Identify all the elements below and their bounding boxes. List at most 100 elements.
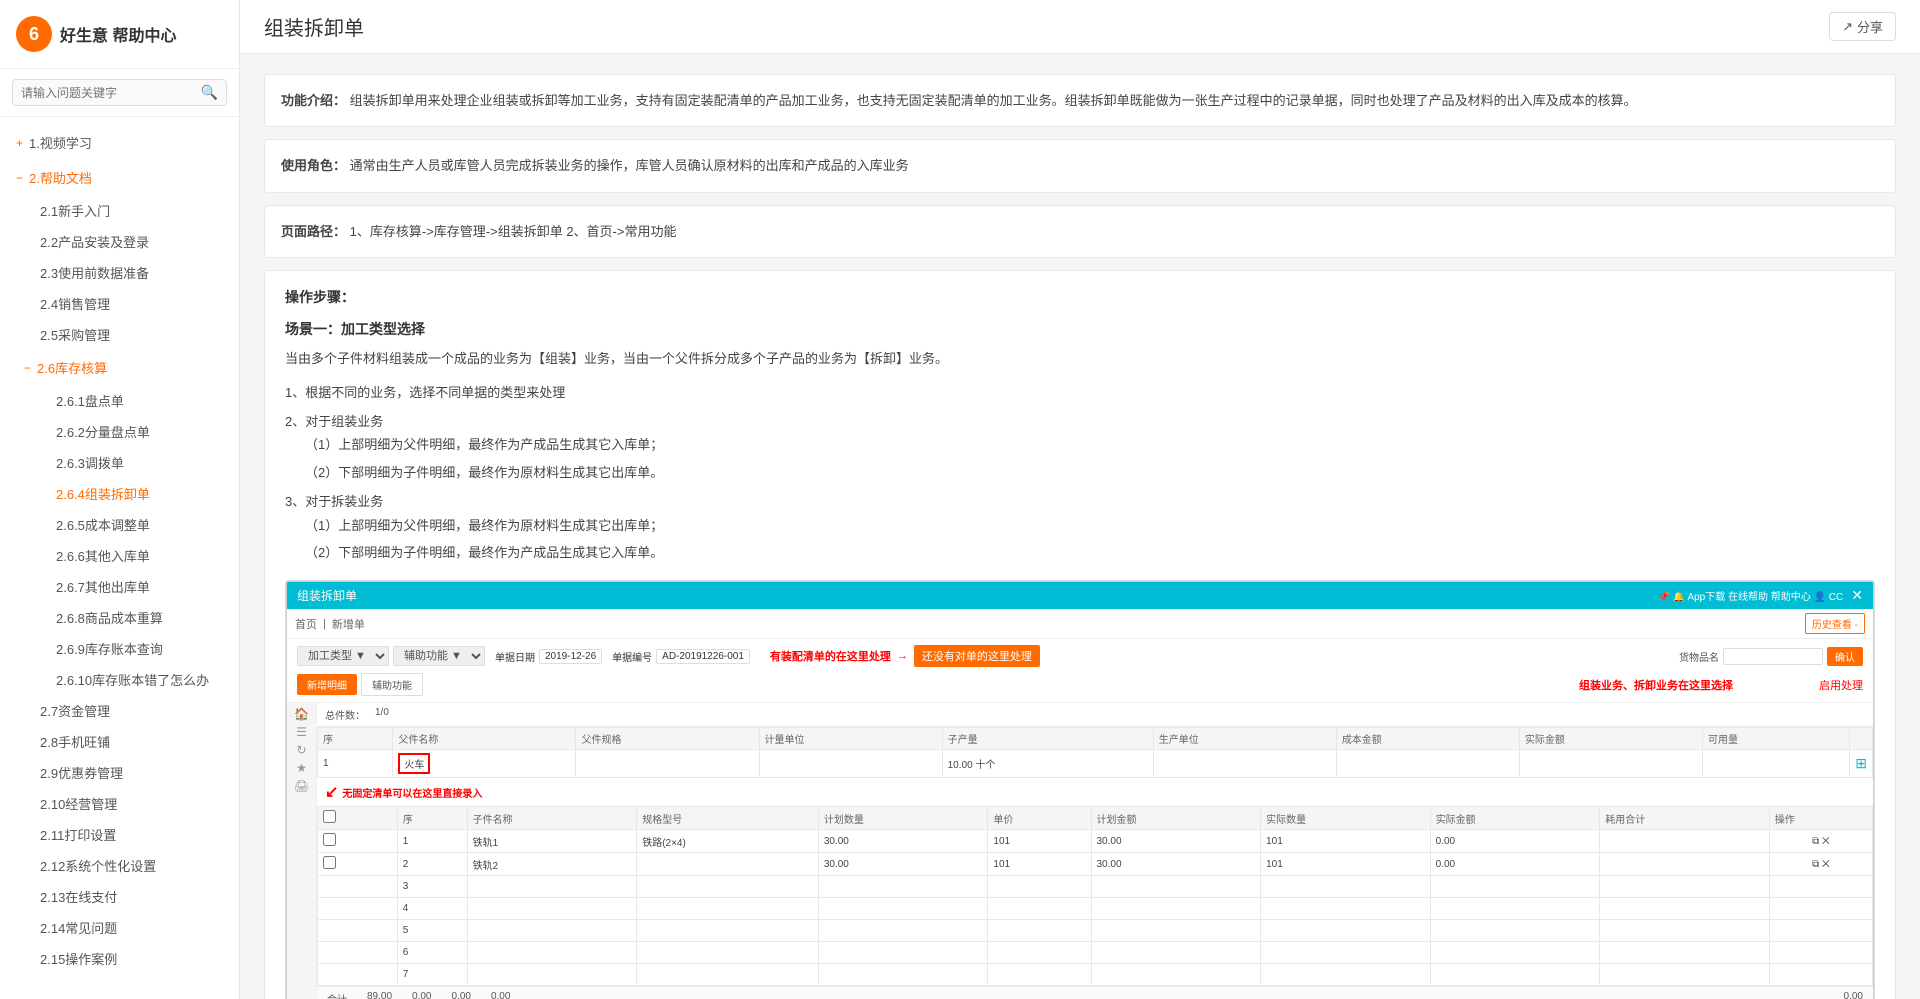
- annotation-4-text: 无固定清单可以在这里直接录入: [342, 785, 482, 800]
- table-footer: 合计 89.00 0.00 0.00 0.00 0.00: [317, 986, 1873, 999]
- step2: 2、对于组装业务 （1）上部明细为父件明细，最终作为产成品生成其它入库单； （2…: [285, 410, 1875, 484]
- nav-child-25[interactable]: 2.5采购管理: [8, 319, 239, 350]
- nav-child-22[interactable]: 2.2产品安装及登录: [8, 226, 239, 257]
- process-btn[interactable]: 还没有对单的这里处理: [914, 645, 1040, 667]
- row2-check[interactable]: [323, 856, 336, 869]
- app-icons: 📌 🔔 App下载 在线帮助 帮助中心 👤 CC: [1658, 588, 1844, 603]
- nav-child-28[interactable]: 2.8手机旺铺: [8, 726, 239, 757]
- nav-child-24[interactable]: 2.4销售管理: [8, 288, 239, 319]
- nav-child-265[interactable]: 2.6.5成本调整单: [24, 509, 239, 540]
- nav-child-27[interactable]: 2.7资金管理: [8, 695, 239, 726]
- table-row-top-1: 1 火车 10.00 十个: [318, 750, 1873, 778]
- top-summary: 总件数： 1/0: [317, 703, 1873, 727]
- app-history-btn[interactable]: 历史查看 -: [1805, 613, 1865, 634]
- app-module-label: 新增单: [332, 616, 365, 632]
- goods-input[interactable]: [1723, 648, 1823, 665]
- nav-child-264[interactable]: 2.6.4组装拆卸单: [24, 478, 239, 509]
- nav-group-1[interactable]: + 1.视频学习: [0, 125, 239, 160]
- intro-label: 功能介绍：: [281, 93, 346, 108]
- nav-child-2610[interactable]: 2.6.10库存账本错了怎么办: [24, 664, 239, 695]
- nav-child-23[interactable]: 2.3使用前数据准备: [8, 257, 239, 288]
- nav-list: + 1.视频学习 − 2.帮助文档 2.1新手入门 2.2产品安装及登录 2.3…: [0, 117, 239, 999]
- nav-children-26: 2.6.1盘点单 2.6.2分量盘点单 2.6.3调拨单 2.6.4组装拆卸单 …: [8, 385, 239, 695]
- tab-add[interactable]: 新增明细: [297, 674, 357, 695]
- search-input[interactable]: [21, 86, 201, 100]
- nav-children-2: 2.1新手入门 2.2产品安装及登录 2.3使用前数据准备 2.4销售管理 2.…: [0, 195, 239, 974]
- nav-child-29[interactable]: 2.9优惠券管理: [8, 757, 239, 788]
- step2-subs: （1）上部明细为父件明细，最终作为产成品生成其它入库单； （2）下部明细为子件明…: [285, 433, 1875, 484]
- content-body: 功能介绍： 组装拆卸单用来处理企业组装或拆卸等加工业务，支持有固定装配清单的产品…: [240, 54, 1920, 999]
- right-actions: 货物品名 确认: [1679, 647, 1863, 666]
- nav-child-267[interactable]: 2.6.7其他出库单: [24, 571, 239, 602]
- app-titlebar: 组装拆卸单 📌 🔔 App下载 在线帮助 帮助中心 👤 CC ✕: [287, 582, 1873, 609]
- nav-child-262[interactable]: 2.6.2分量盘点单: [24, 416, 239, 447]
- path-text: 1、库存核算->库存管理->组装拆卸单 2、首页->常用功能: [350, 224, 677, 239]
- row1-del-icon: ✕: [1822, 836, 1830, 847]
- nav-parent-2[interactable]: − 2.帮助文档: [0, 160, 239, 195]
- type-select[interactable]: 加工类型 ▼ 组装业务 拆卸业务: [297, 646, 389, 666]
- nav-child-214[interactable]: 2.14常见问题: [8, 912, 239, 943]
- bth-plan-amt: 计划金额: [1091, 807, 1261, 830]
- form-row-1: 加工类型 ▼ 组装业务 拆卸业务 辅助功能 ▼ 单据日期 201: [297, 645, 1863, 667]
- th-qty: 子产量: [942, 728, 1153, 750]
- scene1-desc1: 当由多个子件材料组装成一个成品的业务为【组装】业务，当由一个父件拆分成多个子产品…: [285, 347, 1875, 370]
- nav-group-2[interactable]: − 2.帮助文档 2.1新手入门 2.2产品安装及登录 2.3使用前数据准备 2…: [0, 160, 239, 974]
- share-label: 分享: [1857, 17, 1883, 36]
- confirm-btn[interactable]: 确认: [1827, 647, 1863, 666]
- nav-expand-icon-26: −: [24, 361, 31, 375]
- nav-child-26-parent[interactable]: − 2.6库存核算: [8, 350, 239, 385]
- th-prod-unit: 生产单位: [1153, 728, 1336, 750]
- bth-op: 操作: [1769, 807, 1872, 830]
- table-row-bottom-7: 7: [318, 964, 1873, 986]
- nav-child-210[interactable]: 2.10经营管理: [8, 788, 239, 819]
- path-block: 页面路径： 1、库存核算->库存管理->组装拆卸单 2、首页->常用功能: [264, 205, 1896, 258]
- role-block: 使用角色： 通常由生产人员或库管人员完成拆装业务的操作，库管人员确认原材料的出库…: [264, 139, 1896, 192]
- nav-child-215[interactable]: 2.15操作案例: [8, 943, 239, 974]
- nav-child-268[interactable]: 2.6.8商品成本重算: [24, 602, 239, 633]
- td-qty-val: 10.00 十个: [942, 750, 1153, 778]
- table-row-bottom-5: 5: [318, 920, 1873, 942]
- tab-aux[interactable]: 辅助功能: [361, 673, 423, 696]
- operation-type-select[interactable]: 辅助功能 ▼: [393, 646, 485, 666]
- goods-label: 货物品名: [1679, 649, 1719, 664]
- logo-text: 好生意 帮助中心: [60, 22, 176, 46]
- nav-parent-1[interactable]: + 1.视频学习: [0, 125, 239, 160]
- nav-child-269[interactable]: 2.6.9库存账本查询: [24, 633, 239, 664]
- doc-field: 单据编号 AD-20191226-001: [612, 649, 750, 664]
- app-left-icons: 🏠 ☰ ↻ ★ 🖨: [287, 703, 317, 999]
- nav-child-21[interactable]: 2.1新手入门: [8, 195, 239, 226]
- share-icon: ↗: [1842, 19, 1853, 35]
- date-field: 单据日期 2019-12-26: [495, 649, 602, 664]
- icon-list: ☰: [296, 725, 307, 739]
- nav-child-212[interactable]: 2.12系统个性化设置: [8, 850, 239, 881]
- th-unit: 计量单位: [759, 728, 942, 750]
- nav-child-266[interactable]: 2.6.6其他入库单: [24, 540, 239, 571]
- icon-print: 🖨: [294, 779, 309, 793]
- nav-child-211[interactable]: 2.11打印设置: [8, 819, 239, 850]
- main-area: 组装拆卸单 ↗ 分享 功能介绍： 组装拆卸单用来处理企业组装或拆卸等加工业务，支…: [240, 0, 1920, 999]
- step3-subs: （1）上部明细为父件明细，最终作为原材料生成其它出库单； （2）下部明细为子件明…: [285, 514, 1875, 565]
- th-op: [1850, 728, 1873, 750]
- search-box[interactable]: 🔍: [12, 79, 227, 106]
- select-all-check[interactable]: [323, 810, 336, 823]
- type-selector-area: 加工类型 ▼ 组装业务 拆卸业务 辅助功能 ▼: [297, 646, 485, 666]
- th-parent-spec: 父件规格: [576, 728, 759, 750]
- nav-child-26-label: 2.6库存核算: [37, 358, 107, 377]
- share-button[interactable]: ↗ 分享: [1829, 12, 1896, 41]
- td-spec: [576, 750, 759, 778]
- top-table: 序 父件名称 父件规格 计量单位 子产量 生产单位 成本金额 实际金额 可用量: [317, 727, 1873, 778]
- footer-right: 0.00: [1844, 991, 1863, 999]
- row1-copy-icon: ⧉: [1812, 836, 1819, 847]
- date-label: 单据日期: [495, 649, 535, 664]
- intro-text: 组装拆卸单用来处理企业组装或拆卸等加工业务，支持有固定装配清单的产品加工业务，也…: [350, 93, 1637, 108]
- nav-child-261[interactable]: 2.6.1盘点单: [24, 385, 239, 416]
- search-icon: 🔍: [201, 84, 218, 101]
- annotation-1-text: 有装配清单的在这里处理: [770, 648, 891, 664]
- row1-check[interactable]: [323, 833, 336, 846]
- app-table-area: 总件数： 1/0 序 父件名称 父件规格 计: [317, 703, 1873, 999]
- search-area: 🔍: [0, 69, 239, 117]
- nav-child-263[interactable]: 2.6.3调拨单: [24, 447, 239, 478]
- app-close-icon: ✕: [1851, 587, 1863, 604]
- steps-list: 1、根据不同的业务，选择不同单据的类型来处理 2、对于组装业务 （1）上部明细为…: [285, 381, 1875, 565]
- nav-child-213[interactable]: 2.13在线支付: [8, 881, 239, 912]
